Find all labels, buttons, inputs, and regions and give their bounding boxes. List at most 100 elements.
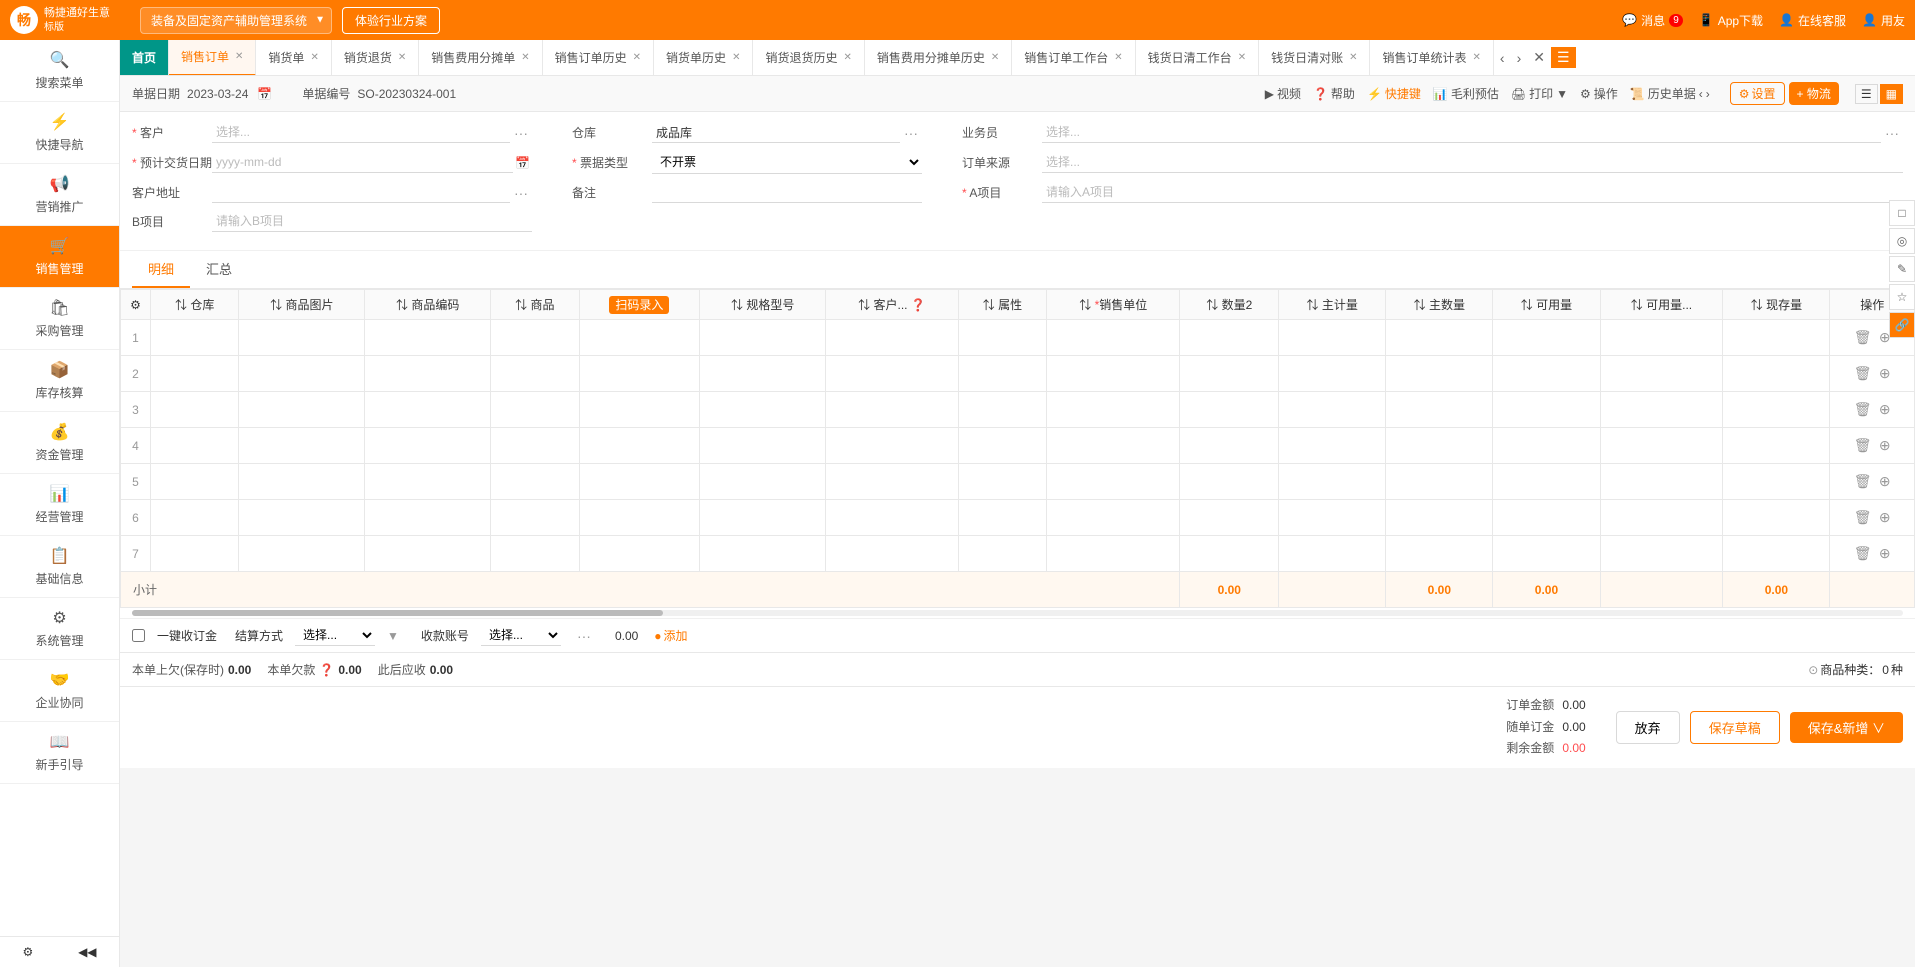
delete-row-icon[interactable]: 🗑 — [1854, 401, 1872, 417]
cell-available2[interactable] — [1600, 464, 1723, 500]
customer-input[interactable] — [212, 122, 510, 143]
cell-product[interactable] — [491, 428, 579, 464]
delivery-date-input[interactable] — [212, 152, 513, 173]
cell-main-unit[interactable] — [1279, 464, 1386, 500]
sidebar-item-quicknav[interactable]: ⚡ 快捷导航 — [0, 102, 119, 164]
sidebar-item-purchase[interactable]: 🛍 采购管理 — [0, 288, 119, 350]
cell-product-img[interactable] — [239, 500, 365, 536]
cell-property[interactable] — [958, 464, 1046, 500]
cell-available[interactable] — [1493, 500, 1600, 536]
cell-available[interactable] — [1493, 392, 1600, 428]
customer-dots-icon[interactable]: ··· — [510, 125, 532, 141]
sidebar-item-search[interactable]: 🔍 搜索菜单 — [0, 40, 119, 102]
message-button[interactable]: 💬 消息 9 — [1622, 12, 1683, 29]
cell-main-unit[interactable] — [1279, 392, 1386, 428]
cell-property[interactable] — [958, 536, 1046, 572]
cell-stock[interactable] — [1723, 356, 1830, 392]
cell-main-unit[interactable] — [1279, 536, 1386, 572]
sidebar-item-system[interactable]: ⚙ 系统管理 — [0, 598, 119, 660]
cell-available2[interactable] — [1600, 320, 1723, 356]
cell-available[interactable] — [1493, 356, 1600, 392]
cell-customer-code[interactable] — [826, 320, 959, 356]
payment-method-select[interactable]: 选择... — [295, 625, 375, 646]
cell-qty2[interactable] — [1180, 500, 1279, 536]
cell-stock[interactable] — [1723, 320, 1830, 356]
rfb-5[interactable]: 🔗 — [1889, 312, 1915, 338]
cell-product-code[interactable] — [365, 392, 491, 428]
cell-product-code[interactable] — [365, 536, 491, 572]
history-btn[interactable]: 📜 历史单据 ‹ › — [1630, 85, 1710, 102]
cell-product-img[interactable] — [239, 428, 365, 464]
cell-product[interactable] — [491, 392, 579, 428]
add-material-button[interactable]: + 物流 — [1789, 82, 1839, 105]
discard-button[interactable]: 放弃 — [1616, 711, 1680, 744]
tab-close-icon[interactable]: ✕ — [521, 52, 529, 63]
tab-close-all-icon[interactable]: ✕ — [1527, 49, 1551, 66]
cell-customer-code[interactable] — [826, 428, 959, 464]
copy-row-icon[interactable]: ⊕ — [1879, 401, 1891, 417]
plan-button[interactable]: 体验行业方案 — [342, 7, 440, 34]
cell-sales-unit[interactable] — [1047, 536, 1180, 572]
salesperson-input[interactable] — [1042, 122, 1881, 143]
cell-product-img[interactable] — [239, 356, 365, 392]
cell-customer-code[interactable] — [826, 536, 959, 572]
tab-sales-order[interactable]: 销售订单 ✕ — [169, 40, 256, 76]
rfb-2[interactable]: ◎ — [1889, 228, 1915, 254]
tab-next-icon[interactable]: › — [1511, 50, 1528, 66]
cell-spec[interactable] — [700, 428, 826, 464]
cell-warehouse[interactable] — [151, 320, 239, 356]
tab-home[interactable]: 首页 — [120, 40, 169, 76]
cell-main-qty[interactable] — [1386, 356, 1493, 392]
cell-spec[interactable] — [700, 464, 826, 500]
invoice-type-select[interactable]: 不开票 — [652, 151, 922, 174]
cell-property[interactable] — [958, 356, 1046, 392]
cell-product[interactable] — [491, 464, 579, 500]
cell-qty2[interactable] — [1180, 464, 1279, 500]
cell-available[interactable] — [1493, 464, 1600, 500]
cell-warehouse[interactable] — [151, 500, 239, 536]
tab-expense-split[interactable]: 销售费用分摊单 ✕ — [419, 40, 542, 76]
tab-sales-invoice[interactable]: 销货单 ✕ — [256, 40, 331, 76]
cell-sales-unit[interactable] — [1047, 428, 1180, 464]
cell-spec[interactable] — [700, 500, 826, 536]
tab-reconciliation[interactable]: 钱货日清对账 ✕ — [1259, 40, 1370, 76]
copy-row-icon[interactable]: ⊕ — [1879, 365, 1891, 381]
cell-stock[interactable] — [1723, 428, 1830, 464]
tab-order-workbench[interactable]: 销售订单工作台 ✕ — [1012, 40, 1135, 76]
cell-spec[interactable] — [700, 536, 826, 572]
cell-available2[interactable] — [1600, 356, 1723, 392]
tab-close-icon[interactable]: ✕ — [1473, 52, 1481, 63]
tab-close-icon[interactable]: ✕ — [398, 52, 406, 63]
tab-close-icon[interactable]: ✕ — [843, 52, 851, 63]
tab-return-history[interactable]: 销货退货历史 ✕ — [753, 40, 864, 76]
cell-sales-unit[interactable] — [1047, 356, 1180, 392]
cell-qty2[interactable] — [1180, 392, 1279, 428]
cell-main-unit[interactable] — [1279, 500, 1386, 536]
cell-product-code[interactable] — [365, 500, 491, 536]
copy-row-icon[interactable]: ⊕ — [1879, 437, 1891, 453]
cell-product-code[interactable] — [365, 356, 491, 392]
sidebar-settings-icon[interactable]: ⚙ — [22, 945, 33, 959]
tab-daily-clear[interactable]: 钱货日清工作台 ✕ — [1136, 40, 1259, 76]
cell-property[interactable] — [958, 392, 1046, 428]
add-payment-button[interactable]: ● 添加 — [654, 627, 687, 644]
list-view-icon[interactable]: ☰ — [1855, 84, 1878, 104]
system-selector[interactable]: 装备及固定资产辅助管理系统 ▼ — [140, 7, 332, 34]
tab-close-icon[interactable]: ✕ — [732, 52, 740, 63]
customer-address-input[interactable] — [212, 182, 510, 203]
delete-row-icon[interactable]: 🗑 — [1854, 365, 1872, 381]
cell-spec[interactable] — [700, 392, 826, 428]
copy-row-icon[interactable]: ⊕ — [1879, 545, 1891, 561]
sidebar-item-sales[interactable]: 🛒 销售管理 — [0, 226, 119, 288]
cell-customer-code[interactable] — [826, 356, 959, 392]
cell-product-code[interactable] — [365, 320, 491, 356]
cell-available[interactable] — [1493, 536, 1600, 572]
cell-main-qty[interactable] — [1386, 464, 1493, 500]
tab-close-icon[interactable]: ✕ — [235, 51, 243, 62]
cell-sales-unit[interactable] — [1047, 464, 1180, 500]
tab-close-icon[interactable]: ✕ — [991, 52, 999, 63]
user-menu[interactable]: 👤 用友 — [1862, 12, 1905, 29]
cell-property[interactable] — [958, 500, 1046, 536]
online-service-button[interactable]: 👤 在线客服 — [1779, 12, 1846, 29]
cell-product-img[interactable] — [239, 392, 365, 428]
